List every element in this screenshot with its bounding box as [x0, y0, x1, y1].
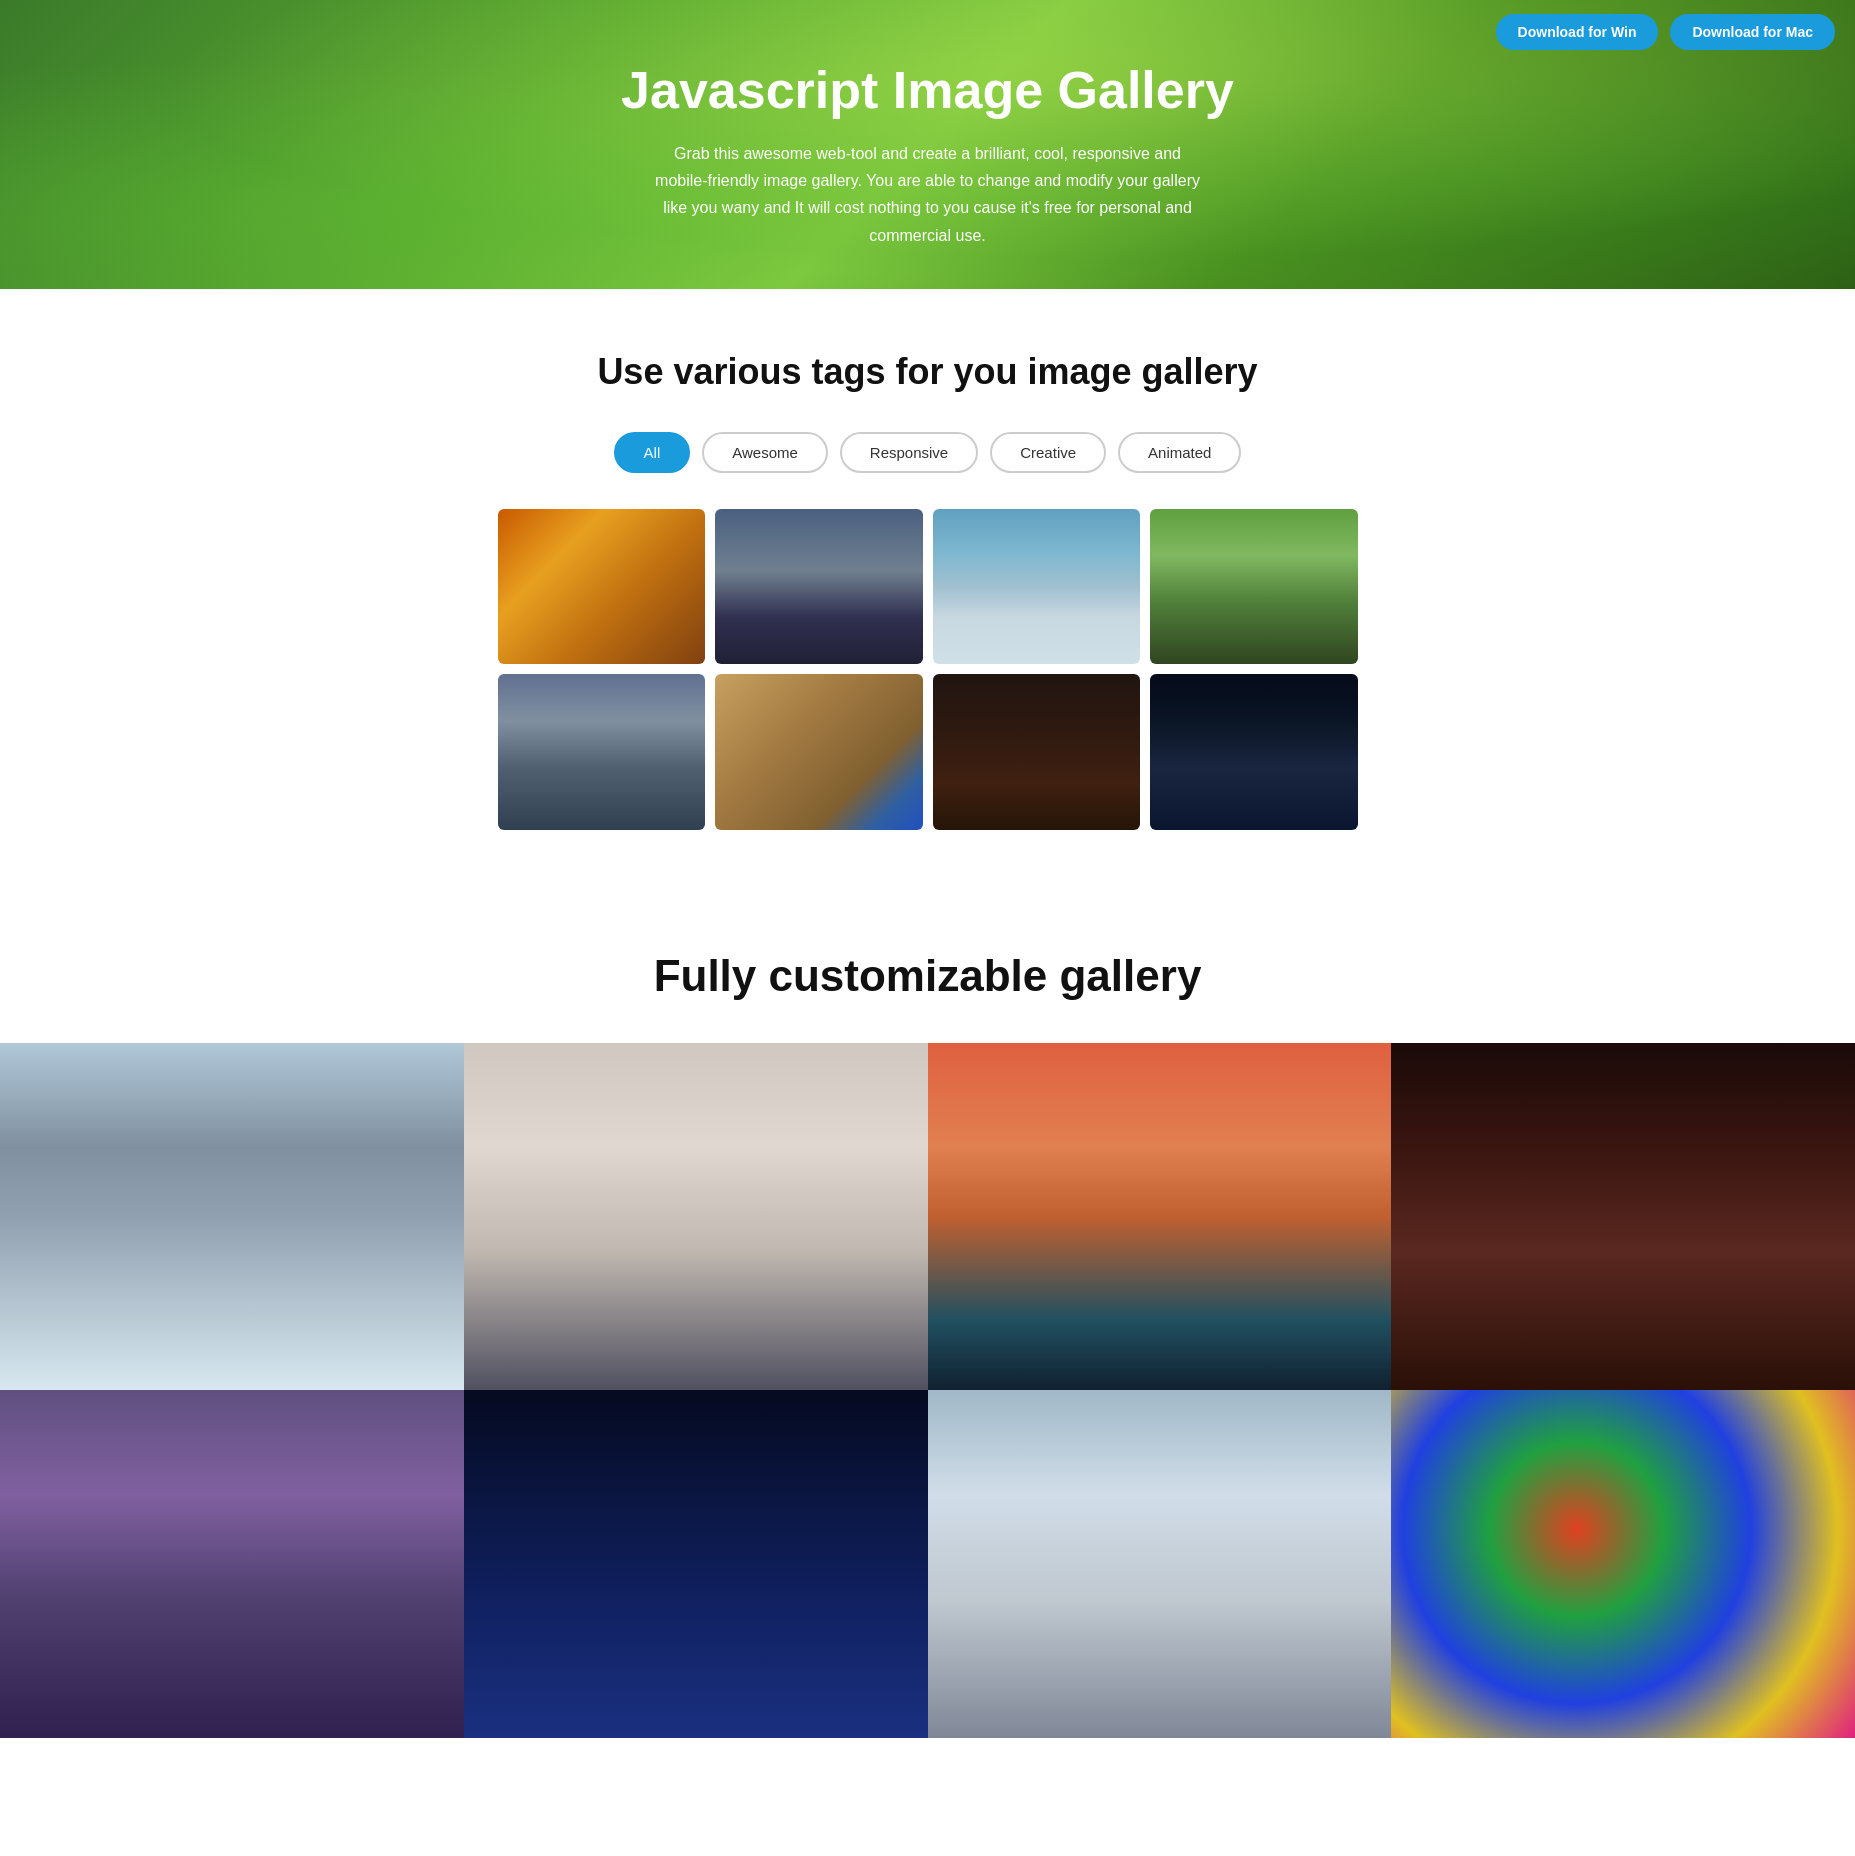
- mosaic-item-3[interactable]: [928, 1043, 1392, 1391]
- gallery-item-6[interactable]: [715, 674, 923, 830]
- mosaic-item-2[interactable]: [464, 1043, 928, 1391]
- page-header: Download for Win Download for Mac Javasc…: [0, 0, 1855, 289]
- gallery-item-8[interactable]: [1150, 674, 1358, 830]
- page-title: Javascript Image Gallery: [621, 60, 1234, 120]
- download-mac-button[interactable]: Download for Mac: [1670, 14, 1835, 50]
- filter-awesome[interactable]: Awesome: [702, 432, 828, 473]
- download-win-button[interactable]: Download for Win: [1496, 14, 1659, 50]
- mosaic-item-5[interactable]: [0, 1390, 464, 1738]
- custom-section: Fully customizable gallery: [0, 910, 1855, 1738]
- filter-animated[interactable]: Animated: [1118, 432, 1241, 473]
- filter-all[interactable]: All: [614, 432, 691, 473]
- filter-responsive[interactable]: Responsive: [840, 432, 978, 473]
- gallery-item-4[interactable]: [1150, 509, 1358, 665]
- gallery-item-5[interactable]: [498, 674, 706, 830]
- header-description: Grab this awesome web-tool and create a …: [648, 140, 1208, 249]
- filter-buttons: All Awesome Responsive Creative Animated: [20, 432, 1835, 473]
- filter-creative[interactable]: Creative: [990, 432, 1106, 473]
- gallery-item-7[interactable]: [933, 674, 1141, 830]
- image-grid: [478, 509, 1378, 830]
- custom-title: Fully customizable gallery: [0, 910, 1855, 1043]
- tags-section: Use various tags for you image gallery A…: [0, 289, 1855, 910]
- tags-title: Use various tags for you image gallery: [20, 349, 1835, 396]
- gallery-item-3[interactable]: [933, 509, 1141, 665]
- mosaic-item-1[interactable]: [0, 1043, 464, 1391]
- header-buttons: Download for Win Download for Mac: [1496, 14, 1835, 50]
- mosaic-grid: [0, 1043, 1855, 1739]
- mosaic-item-4[interactable]: [1391, 1043, 1855, 1391]
- gallery-item-2[interactable]: [715, 509, 923, 665]
- mosaic-item-6[interactable]: [464, 1390, 928, 1738]
- gallery-item-1[interactable]: [498, 509, 706, 665]
- mosaic-item-8[interactable]: [1391, 1390, 1855, 1738]
- mosaic-item-7[interactable]: [928, 1390, 1392, 1738]
